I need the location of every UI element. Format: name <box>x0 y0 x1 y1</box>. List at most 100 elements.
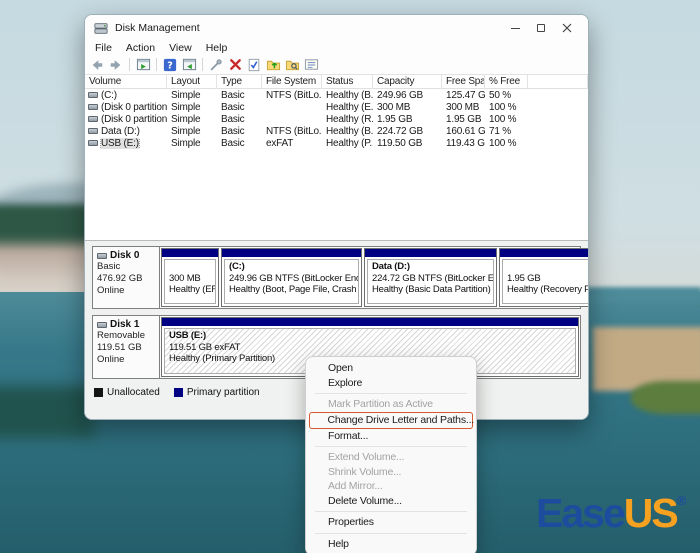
partition-color-bar <box>222 249 361 257</box>
partition-data-d[interactable]: Data (D:) 224.72 GB NTFS (BitLocker Encr… <box>364 248 497 307</box>
explore-folder-icon[interactable] <box>284 57 300 73</box>
cell-freespace: 119.43 GB <box>442 138 485 149</box>
partition-size: 300 MB <box>169 273 211 285</box>
menu-item-extend-volume: Extend Volume... <box>306 450 476 465</box>
disk-0-label[interactable]: Disk 0 Basic 476.92 GB Online <box>93 247 160 308</box>
column-header-volume[interactable]: Volume <box>85 75 167 89</box>
partition-color-bar <box>365 249 496 257</box>
menu-separator <box>315 511 467 512</box>
menu-help[interactable]: Help <box>206 42 228 54</box>
partition-recovery[interactable]: 1.95 GB Healthy (Recovery Pa <box>499 248 589 307</box>
menu-view[interactable]: View <box>169 42 192 54</box>
partition-c[interactable]: (C:) 249.96 GB NTFS (BitLocker Encrypte … <box>221 248 362 307</box>
properties-icon[interactable] <box>303 57 319 73</box>
table-row[interactable]: Data (D:) Simple Basic NTFS (BitLo... He… <box>85 125 588 137</box>
disk-icon <box>97 253 107 259</box>
cell-capacity: 224.72 GB <box>373 126 442 137</box>
cell-status: Healthy (B... <box>322 90 373 101</box>
partition-status: Healthy (Boot, Page File, Crash Dum <box>229 284 354 296</box>
toolbar: ? <box>85 55 588 75</box>
table-row[interactable]: (Disk 0 partition 1) Simple Basic Health… <box>85 101 588 113</box>
primary-partition-swatch <box>174 388 183 397</box>
cell-freespace: 1.95 GB <box>442 114 485 125</box>
menu-file[interactable]: File <box>95 42 112 54</box>
disk-size: 119.51 GB <box>97 342 159 354</box>
volume-icon <box>88 116 98 122</box>
table-row-selected[interactable]: USB (E:) Simple Basic exFAT Healthy (P..… <box>85 137 588 149</box>
menu-item-change-drive-letter[interactable]: Change Drive Letter and Paths... <box>309 412 473 429</box>
menu-item-properties[interactable]: Properties <box>306 515 476 530</box>
open-folder-icon[interactable] <box>265 57 281 73</box>
maximize-icon <box>537 24 545 32</box>
menu-action[interactable]: Action <box>126 42 155 54</box>
menu-bar: File Action View Help <box>85 41 588 55</box>
menu-item-delete-volume[interactable]: Delete Volume... <box>306 494 476 509</box>
column-header-filesystem[interactable]: File System <box>262 75 322 89</box>
help-icon[interactable]: ? <box>162 57 178 73</box>
logo-text-orange: US <box>624 490 677 536</box>
column-header-capacity[interactable]: Capacity <box>373 75 442 89</box>
back-icon[interactable] <box>89 57 105 73</box>
logo-text-blue: Ease <box>536 490 624 536</box>
delete-icon[interactable] <box>227 57 243 73</box>
partition-efi[interactable]: 300 MB Healthy (EFI Sy <box>161 248 219 307</box>
minimize-button[interactable] <box>502 18 528 38</box>
volume-name: USB (E:) <box>101 138 139 149</box>
wallpaper-reflection <box>0 386 94 438</box>
cell-freespace: 300 MB <box>442 102 485 113</box>
column-header-layout[interactable]: Layout <box>167 75 217 89</box>
menu-item-explore[interactable]: Explore <box>306 376 476 391</box>
partition-color-bar <box>162 318 578 326</box>
cell-filesystem: exFAT <box>262 138 322 149</box>
show-console-tree-icon[interactable] <box>135 57 151 73</box>
column-header-freespace[interactable]: Free Spa... <box>442 75 485 89</box>
partition-name: USB (E:) <box>169 330 571 342</box>
partition-name: (C:) <box>229 261 354 273</box>
partition-status: Healthy (Basic Data Partition) <box>372 284 489 296</box>
cell-capacity: 119.50 GB <box>373 138 442 149</box>
menu-item-format[interactable]: Format... <box>306 429 476 444</box>
registered-mark: ® <box>677 493 687 508</box>
title-bar[interactable]: Disk Management <box>85 15 588 41</box>
menu-separator <box>315 533 467 534</box>
column-header-type[interactable]: Type <box>217 75 262 89</box>
cell-type: Basic <box>217 102 262 113</box>
close-button[interactable] <box>554 18 580 38</box>
forward-icon[interactable] <box>108 57 124 73</box>
column-header-filler <box>528 75 588 89</box>
table-row[interactable]: (C:) Simple Basic NTFS (BitLo... Healthy… <box>85 89 588 101</box>
partition-color-bar <box>162 249 218 257</box>
partition-name: Data (D:) <box>372 261 489 273</box>
cell-pctfree: 100 % <box>485 102 528 113</box>
maximize-button[interactable] <box>528 18 554 38</box>
context-menu: Open Explore Mark Partition as Active Ch… <box>305 356 477 553</box>
menu-item-help[interactable]: Help <box>306 537 476 552</box>
disk-size: 476.92 GB <box>97 273 159 285</box>
partition-color-bar <box>500 249 589 257</box>
column-header-pctfree[interactable]: % Free <box>485 75 528 89</box>
disk-kind: Removable <box>97 330 159 342</box>
cell-freespace: 125.47 GB <box>442 90 485 101</box>
commit-icon[interactable] <box>246 57 262 73</box>
volume-icon <box>88 140 98 146</box>
disk-1-label[interactable]: Disk 1 Removable 119.51 GB Online <box>93 316 160 378</box>
cell-capacity: 1.95 GB <box>373 114 442 125</box>
menu-item-add-mirror: Add Mirror... <box>306 479 476 494</box>
cell-type: Basic <box>217 138 262 149</box>
volume-list-header: Volume Layout Type File System Status Ca… <box>85 75 588 89</box>
partition-status: Healthy (EFI Sy <box>169 284 211 296</box>
disk-0-row: Disk 0 Basic 476.92 GB Online 300 MB Hea… <box>92 246 581 309</box>
cell-status: Healthy (E... <box>322 102 373 113</box>
cell-filesystem: NTFS (BitLo... <box>262 126 322 137</box>
unallocated-swatch <box>94 388 103 397</box>
volume-name: (Disk 0 partition 5) <box>101 114 167 125</box>
easeus-logo: EaseUS® <box>536 490 686 537</box>
show-action-pane-icon[interactable] <box>181 57 197 73</box>
partition-size: 119.51 GB exFAT <box>169 342 571 354</box>
table-row[interactable]: (Disk 0 partition 5) Simple Basic Health… <box>85 113 588 125</box>
column-header-status[interactable]: Status <box>322 75 373 89</box>
rescan-icon[interactable] <box>208 57 224 73</box>
volume-name: (C:) <box>101 90 117 101</box>
menu-item-open[interactable]: Open <box>306 361 476 376</box>
window-title: Disk Management <box>115 22 502 34</box>
